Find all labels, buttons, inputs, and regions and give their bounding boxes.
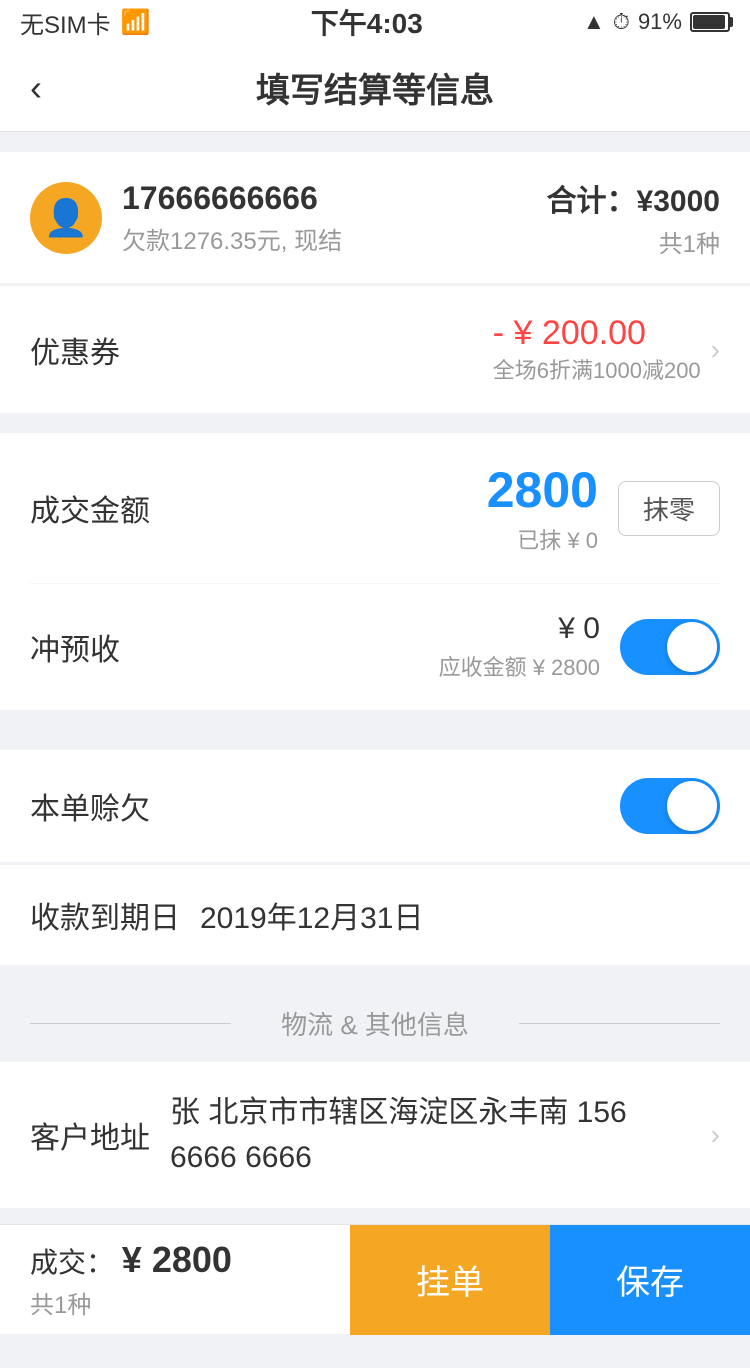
deal-amount-value: 2800 [487,461,598,519]
logistics-divider: 物流 & 其他信息 [0,985,750,1062]
page-title: 填写结算等信息 [256,63,494,112]
prepay-row: 冲预收 ¥ 0 应收金额 ¥ 2800 [30,584,720,710]
deal-amount-row: 成交金额 2800 已抹 ¥ 0 抹零 [30,433,720,584]
coupon-right: - ¥ 200.00 全场6折满1000减200 › [493,314,720,385]
prepay-right: ¥ 0 应收金额 ¥ 2800 [439,612,720,682]
separator-2 [0,710,750,730]
amount-section: 成交金额 2800 已抹 ¥ 0 抹零 冲预收 ¥ 0 应收金额 ¥ 2800 [0,433,750,710]
prepay-label: 冲预收 [30,625,120,669]
bottom-deal-amount: ¥ 2800 [122,1239,232,1280]
user-phone: 17666666666 [122,180,342,217]
address-chevron-right-icon: › [711,1119,720,1151]
prepay-receivable: 应收金额 ¥ 2800 [439,650,600,682]
toggle-knob [667,622,717,672]
battery-icon [690,12,730,32]
back-button[interactable]: ‹ [30,67,42,109]
due-date-section: 收款到期日 2019年12月31日 [0,864,750,965]
hold-button[interactable]: 挂单 [350,1225,550,1335]
user-card-right: 合计：¥3000 共1种 [547,176,720,259]
coupon-discount: - ¥ 200.00 [493,314,701,353]
alarm-icon: ⏱ [613,9,630,35]
address-content: 张 北京市市辖区海淀区永丰南 156 6666 6666 [170,1090,691,1180]
address-section[interactable]: 客户地址 张 北京市市辖区海淀区永丰南 156 6666 6666 › [0,1062,750,1208]
coupon-description: 全场6折满1000减200 [493,353,701,385]
bottom-deal-label: 成交： [30,1247,114,1278]
battery-text: 91% [638,9,682,35]
wifi-icon: 📶 [121,8,151,37]
prepay-amount-block: ¥ 0 应收金额 ¥ 2800 [439,612,600,682]
debt-toggle-knob [667,781,717,831]
separator-1 [0,413,750,433]
status-bar: 无SIM卡 📶 下午4:03 ▲ ⏱ 91% [0,0,750,44]
status-right: ▲ ⏱ 91% [583,9,730,35]
deal-label: 成交金额 [30,486,150,530]
address-label: 客户地址 [30,1113,150,1157]
debt-toggle[interactable] [620,778,720,834]
debt-section: 本单赊欠 [0,750,750,862]
debt-label: 本单赊欠 [30,784,150,828]
avatar-icon: 👤 [44,197,89,239]
prepay-amount: ¥ 0 [439,612,600,646]
duedate-value: 2019年12月31日 [200,893,423,937]
duedate-label: 收款到期日 [30,893,180,937]
user-debt: 欠款1276.35元, 现结 [122,221,342,256]
divider-line-left [30,1023,231,1024]
duedate-row: 收款到期日 2019年12月31日 [30,893,720,937]
save-button[interactable]: 保存 [550,1225,750,1335]
divider-line-right [519,1023,720,1024]
nav-bar: ‹ 填写结算等信息 [0,44,750,132]
coupon-label: 优惠券 [30,328,120,372]
bottom-bar: 成交： ¥ 2800 共1种 挂单 保存 [0,1224,750,1334]
location-icon: ▲ [583,9,605,35]
bottom-info: 成交： ¥ 2800 共1种 [0,1239,350,1320]
user-info: 17666666666 欠款1276.35元, 现结 [122,180,342,256]
user-card-left: 👤 17666666666 欠款1276.35元, 现结 [30,180,342,256]
status-left: 无SIM卡 📶 [20,5,151,40]
logistics-divider-line: 物流 & 其他信息 [0,1005,750,1042]
bottom-deal-row: 成交： ¥ 2800 [30,1239,320,1281]
status-time: 下午4:03 [311,2,423,42]
avatar: 👤 [30,182,102,254]
round-button[interactable]: 抹零 [618,481,720,536]
user-card: 👤 17666666666 欠款1276.35元, 现结 合计：¥3000 共1… [0,152,750,283]
bottom-count: 共1种 [30,1285,320,1320]
chevron-right-icon: › [711,334,720,366]
total-amount: 合计：¥3000 [547,176,720,220]
prepay-toggle[interactable] [620,619,720,675]
total-count: 共1种 [547,224,720,259]
coupon-section[interactable]: 优惠券 - ¥ 200.00 全场6折满1000减200 › [0,285,750,413]
logistics-divider-text: 物流 & 其他信息 [281,1005,469,1042]
deal-right: 2800 已抹 ¥ 0 抹零 [487,461,720,555]
carrier-text: 无SIM卡 [20,5,111,40]
deal-sub: 已抹 ¥ 0 [487,523,598,555]
